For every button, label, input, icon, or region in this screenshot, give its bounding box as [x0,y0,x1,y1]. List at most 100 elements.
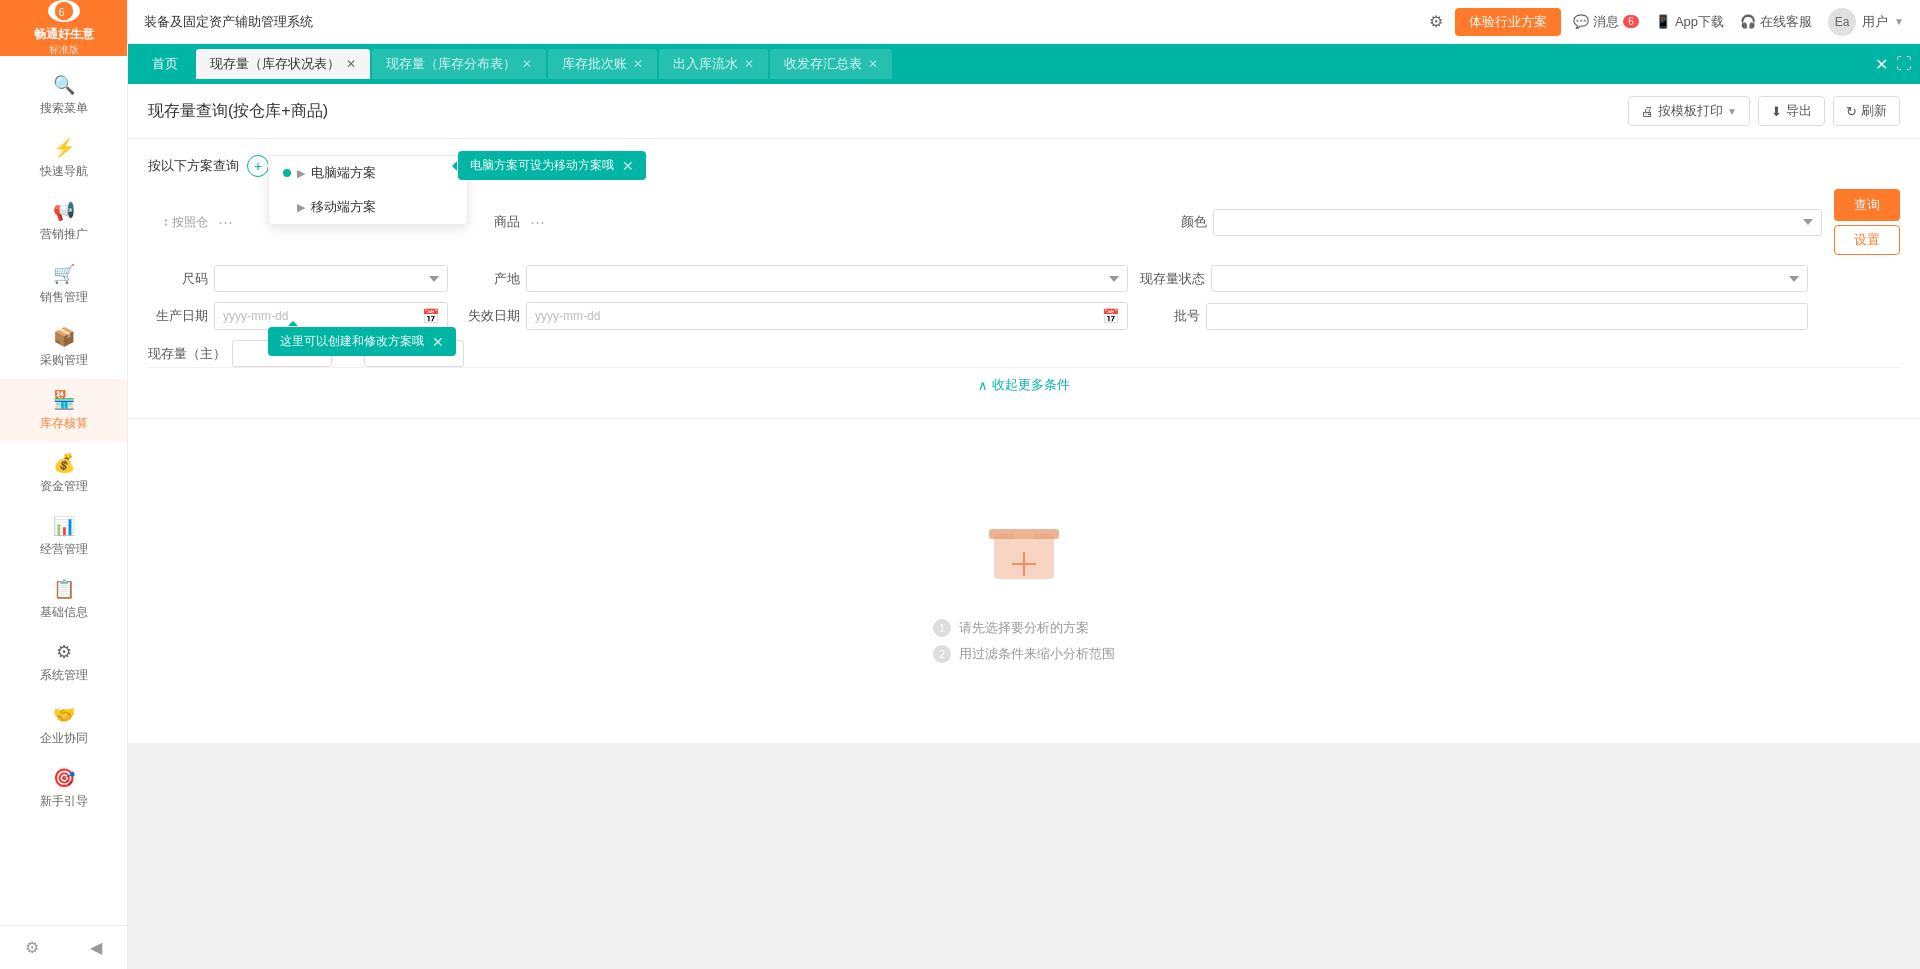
pc-scheme-tooltip: 电脑方案可设为移动方案哦 ✕ [458,151,646,180]
sidebar: 6 畅通好生意 标准版 🔍 搜索菜单 ⚡ 快速导航 📢 营销推广 🛒 销售管理 … [0,0,128,969]
header-actions: 💬 消息 6 📱 App下载 🎧 在线客服 Ea 用户 ▼ [1573,8,1904,36]
tab-fullscreen-btn[interactable]: ⛶ [1896,55,1912,74]
sidebar-item-sales[interactable]: 🛒 销售管理 [0,253,127,316]
finance-icon: 💰 [53,452,75,474]
sidebar-item-basic-info[interactable]: 📋 基础信息 [0,568,127,631]
message-icon: 💬 [1573,14,1589,29]
prod-date-calendar-icon: 📅 [422,308,439,324]
export-label: 导出 [1786,102,1812,120]
empty-icon [974,499,1074,599]
avatar: Ea [1828,8,1856,36]
step-2-num: 2 [933,645,951,663]
page-header: 现存量查询(按仓库+商品) 🖨 按模板打印 ▼ ⬇ 导出 ↻ 刷新 [128,84,1920,139]
tab-home-label: 首页 [152,56,178,71]
purchase-icon: 📦 [53,326,75,348]
mobile-scheme-item[interactable]: ▶ 移动端方案 [269,190,467,224]
avatar-label: Ea [1835,15,1850,29]
message-badge: 6 [1623,15,1639,28]
system-title: 装备及固定资产辅助管理系统 [144,13,1417,31]
settings-icon-btn[interactable]: ⚙ [1429,12,1443,31]
refresh-btn[interactable]: ↻ 刷新 [1833,96,1900,126]
pc-tooltip-close[interactable]: ✕ [622,158,634,174]
edit-scheme-tooltip: 这里可以创建和修改方案哦 ✕ [268,327,456,356]
footer-collapse-btn[interactable]: ◀ [90,938,102,957]
color-select[interactable] [1213,209,1822,236]
expire-date-start[interactable]: yyyy-mm-dd 📅 [526,302,1128,330]
prod-date-placeholder: yyyy-mm-dd [223,309,288,323]
goods-label: 商品 [460,213,520,231]
user-menu-btn[interactable]: Ea 用户 ▼ [1828,8,1904,36]
size-select[interactable] [214,265,448,292]
search-menu-icon: 🔍 [53,74,75,96]
sidebar-item-system[interactable]: ⚙ 系统管理 [0,631,127,694]
tab-batch-account-close[interactable]: ✕ [633,57,643,71]
sidebar-item-operations[interactable]: 📊 经营管理 [0,505,127,568]
app-download-label: App下载 [1675,13,1724,31]
export-btn[interactable]: ⬇ 导出 [1758,96,1825,126]
pc-scheme-item[interactable]: ▶ 电脑端方案 [269,156,467,190]
prod-date-start[interactable]: yyyy-mm-dd 📅 [214,302,448,330]
expire-date-field: 失效日期 yyyy-mm-dd 📅 [460,302,1128,330]
enterprise-icon: 🤝 [53,704,75,726]
sidebar-item-purchase[interactable]: 📦 采购管理 [0,316,127,379]
origin-field: 产地 [460,265,1128,292]
batch-input[interactable] [1206,303,1808,330]
batch-label: 批号 [1140,307,1200,325]
industry-btn[interactable]: 体验行业方案 [1455,8,1561,36]
tab-receive-summary[interactable]: 收发存汇总表 ✕ [770,49,892,79]
tab-inventory-dist[interactable]: 现存量（库存分布表） ✕ [372,49,546,79]
filter-header: 按以下方案查询 + ⟳ « ▶ 电脑端方案 ▶ 移动端方 [148,155,1900,177]
tab-inventory-status-close[interactable]: ✕ [346,57,356,71]
sidebar-item-label: 营销推广 [40,226,88,243]
sidebar-item-quick-nav[interactable]: ⚡ 快速导航 [0,127,127,190]
tab-batch-account-label: 库存批次账 [562,55,627,73]
sidebar-item-enterprise[interactable]: 🤝 企业协同 [0,694,127,757]
set-btn[interactable]: 设置 [1834,225,1900,255]
tab-close-all-btn[interactable]: ✕ [1875,55,1888,74]
sidebar-item-label: 新手引导 [40,793,88,810]
tab-in-out-flow[interactable]: 出入库流水 ✕ [659,49,768,79]
refresh-icon: ↻ [1846,104,1857,119]
stock-status-label: 现存量状态 [1140,270,1205,288]
sidebar-item-marketing[interactable]: 📢 营销推广 [0,190,127,253]
tab-in-out-flow-close[interactable]: ✕ [744,57,754,71]
stock-main-label: 现存量（主） [148,345,226,363]
origin-select[interactable] [526,265,1128,292]
export-icon: ⬇ [1771,104,1782,119]
footer-settings-btn[interactable]: ⚙ [25,938,39,957]
tab-inventory-dist-label: 现存量（库存分布表） [386,55,516,73]
sidebar-item-guide[interactable]: 🎯 新手引导 [0,757,127,820]
tab-inventory-status[interactable]: 现存量（库存状况表） ✕ [196,49,370,79]
goods-more[interactable]: ··· [526,212,549,233]
sidebar-item-search-menu[interactable]: 🔍 搜索菜单 [0,64,127,127]
warehouse-more[interactable]: ··· [214,212,237,233]
search-btn[interactable]: 查询 [1834,189,1900,221]
tab-batch-account[interactable]: 库存批次账 ✕ [548,49,657,79]
step-1-num: 1 [933,619,951,637]
print-label: 按模板打印 [1658,102,1723,120]
basic-info-icon: 📋 [53,578,75,600]
filter-label: 按以下方案查询 [148,157,239,175]
print-btn[interactable]: 🖨 按模板打印 ▼ [1628,96,1750,126]
tab-inventory-dist-close[interactable]: ✕ [522,57,532,71]
message-btn[interactable]: 💬 消息 6 [1573,13,1639,31]
goods-field: 商品 ··· [460,212,1135,233]
edit-tooltip-close[interactable]: ✕ [432,334,444,350]
mobile-scheme-label: 移动端方案 [311,198,376,216]
sidebar-item-inventory[interactable]: 🏪 库存核算 [0,379,127,442]
tab-receive-summary-close[interactable]: ✕ [868,57,878,71]
sidebar-item-finance[interactable]: 💰 资金管理 [0,442,127,505]
app-logo-title: 畅通好生意 [34,26,94,43]
sidebar-item-label: 库存核算 [40,415,88,432]
tab-home[interactable]: 首页 [136,49,194,79]
step-1-label: 请先选择要分析的方案 [959,619,1089,637]
app-download-btn[interactable]: 📱 App下载 [1655,13,1724,31]
warehouse-label: ↕ 按照仓 [148,214,208,231]
empty-step-2: 2 用过滤条件来缩小分析范围 [933,645,1115,663]
add-scheme-btn[interactable]: + [247,155,269,177]
filter-row-3: 生产日期 yyyy-mm-dd 📅 失效日期 yyyy-mm-dd 📅 [148,302,1900,330]
stock-status-select[interactable] [1211,265,1808,292]
sidebar-item-label: 资金管理 [40,478,88,495]
collapse-bar[interactable]: ∧ 收起更多条件 [148,367,1900,402]
online-support-btn[interactable]: 🎧 在线客服 [1740,13,1812,31]
